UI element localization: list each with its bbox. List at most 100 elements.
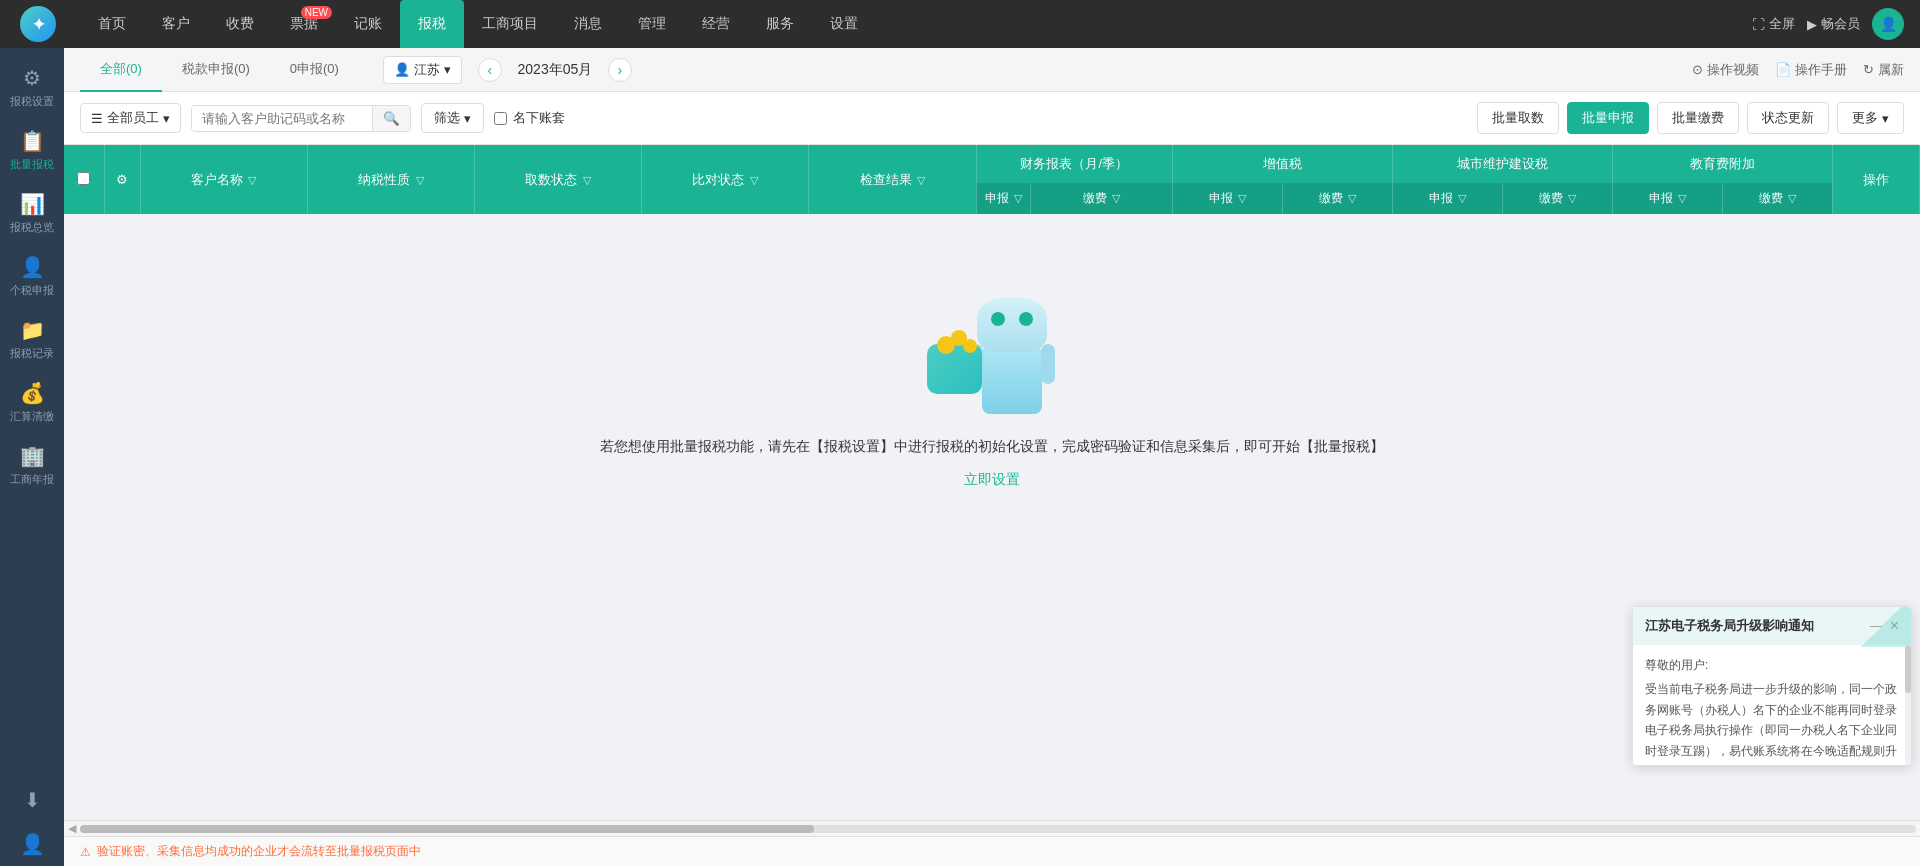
notif-content: 受当前电子税务局进一步升级的影响，同一个政务网账号（办税人）名下的企业不能再同时… (1645, 679, 1899, 765)
header-checkbox-col (64, 145, 104, 214)
nav-operation[interactable]: 经营 (684, 0, 748, 48)
accounts-checkbox[interactable] (494, 112, 507, 125)
prev-month-btn[interactable]: ‹ (478, 58, 502, 82)
batch-declare-btn[interactable]: 批量申报 (1567, 102, 1649, 134)
employee-select[interactable]: ☰ 全部员工 ▾ (80, 103, 181, 133)
sidebar-item-personal-tax[interactable]: 👤 个税申报 (0, 245, 64, 308)
refresh-btn[interactable]: ↻ 属新 (1863, 61, 1904, 79)
fullscreen-btn[interactable]: ⛶ 全屏 (1752, 15, 1795, 33)
robot-arm-right (1041, 344, 1055, 384)
sidebar-item-tax-settings[interactable]: ⚙ 报税设置 (0, 56, 64, 119)
sidebar-item-tax-overview[interactable]: 📊 报税总览 (0, 182, 64, 245)
more-btn[interactable]: 更多 ▾ (1837, 102, 1904, 134)
sidebar: ⚙ 报税设置 📋 批量报税 📊 报税总览 👤 个税申报 📁 报税记录 💰 汇算清… (0, 48, 64, 866)
empty-text: 若您想使用批量报税功能，请先在【报税设置】中进行报税的初始化设置，完成密码验证和… (600, 434, 1384, 459)
search-box: 🔍 (191, 105, 411, 132)
table-header-main-row: ⚙ 客户名称 ▽ 纳税性质 ▽ 取数状态 ▽ (64, 145, 1920, 183)
robot-eye-left (991, 312, 1005, 326)
table-header: ⚙ 客户名称 ▽ 纳税性质 ▽ 取数状态 ▽ (64, 145, 1920, 214)
filter-icon-city-decl[interactable]: ▽ (1458, 192, 1466, 204)
nav-items: 首页 客户 收费 票据 NEW 记账 报税 工商项目 消息 管理 经营 服务 设… (80, 0, 1752, 48)
user-avatar[interactable]: 👤 (1872, 8, 1904, 40)
next-month-btn[interactable]: › (608, 58, 632, 82)
status-update-btn[interactable]: 状态更新 (1747, 102, 1829, 134)
video-btn[interactable]: ⊙ 操作视频 (1692, 61, 1759, 79)
nav-invoice[interactable]: 票据 NEW (272, 0, 336, 48)
h-scrollbar[interactable]: ◀ (64, 820, 1920, 836)
tab-tax-declare[interactable]: 税款申报(0) (162, 48, 270, 92)
nav-accounting[interactable]: 记账 (336, 0, 400, 48)
notif-scrollbar[interactable] (1905, 645, 1911, 765)
checkbox-accounts[interactable]: 名下账套 (494, 109, 565, 127)
filter-icon-compare[interactable]: ▽ (750, 174, 758, 186)
sub-tabs: 全部(0) 税款申报(0) 0申报(0) 👤 江苏 ▾ ‹ 2023年05月 ›… (64, 48, 1920, 92)
nav-home[interactable]: 首页 (80, 0, 144, 48)
gear-icon[interactable]: ⚙ (116, 172, 128, 187)
toolbar-right: 批量取数 批量申报 批量缴费 状态更新 更多 ▾ (1477, 102, 1904, 134)
sidebar-item-annual-report[interactable]: 🏢 工商年报 (0, 434, 64, 497)
header-vat: 增值税 (1173, 145, 1393, 183)
setup-link[interactable]: 立即设置 (964, 471, 1020, 489)
profile-icon: 👤 (20, 832, 45, 856)
batch-tax-icon: 📋 (20, 129, 45, 153)
nav-business[interactable]: 工商项目 (464, 0, 556, 48)
filter-icon-tax-nature[interactable]: ▽ (416, 174, 424, 186)
logo: ✦ (16, 2, 60, 46)
logo-icon: ✦ (20, 6, 56, 42)
filter-icon-city-pay[interactable]: ▽ (1568, 192, 1576, 204)
manual-btn[interactable]: 📄 操作手册 (1775, 61, 1847, 79)
filter-icon-edu-decl[interactable]: ▽ (1678, 192, 1686, 204)
nav-tax[interactable]: 报税 (400, 0, 464, 48)
nav-service[interactable]: 服务 (748, 0, 812, 48)
header-check-result: 检查结果 ▽ (809, 145, 976, 214)
filter-icon-fetch[interactable]: ▽ (583, 174, 591, 186)
header-financial-declare: 申报 ▽ (976, 183, 1030, 214)
header-tax-nature: 纳税性质 ▽ (307, 145, 474, 214)
empty-state-cell: 若您想使用批量报税功能，请先在【报税设置】中进行报税的初始化设置，完成密码验证和… (64, 214, 1920, 529)
nav-settings[interactable]: 设置 (812, 0, 876, 48)
filter-icon-vat-pay[interactable]: ▽ (1348, 192, 1356, 204)
scroll-left-arrow[interactable]: ◀ (68, 822, 76, 835)
list-icon: ☰ (91, 111, 103, 126)
month-display: 2023年05月 (510, 61, 600, 79)
sidebar-label-annual-report: 工商年报 (10, 472, 54, 487)
filter-icon-customer[interactable]: ▽ (248, 174, 256, 186)
member-btn[interactable]: ▶ 畅会员 (1807, 15, 1860, 33)
filter-icon-edu-pay[interactable]: ▽ (1788, 192, 1796, 204)
wallet-body (927, 344, 982, 394)
batch-fetch-btn[interactable]: 批量取数 (1477, 102, 1559, 134)
table-body: 若您想使用批量报税功能，请先在【报税设置】中进行报税的初始化设置，完成密码验证和… (64, 214, 1920, 529)
notif-title: 江苏电子税务局升级影响通知 (1645, 617, 1814, 635)
filter-btn[interactable]: 筛选 ▾ (421, 103, 484, 133)
personal-tax-icon: 👤 (20, 255, 45, 279)
header-financial-report: 财务报表（月/季） (976, 145, 1173, 183)
sidebar-item-download[interactable]: ⬇ (16, 778, 49, 822)
select-all-checkbox[interactable] (77, 172, 90, 185)
notif-scroll-thumb (1905, 645, 1911, 693)
sidebar-item-batch-tax[interactable]: 📋 批量报税 (0, 119, 64, 182)
sidebar-item-tax-records[interactable]: 📁 报税记录 (0, 308, 64, 371)
filter-icon-fin-decl[interactable]: ▽ (1014, 192, 1022, 204)
province-selector[interactable]: 👤 江苏 ▾ (383, 56, 462, 84)
notif-body-container: 尊敬的用户: 受当前电子税务局进一步升级的影响，同一个政务网账号（办税人）名下的… (1633, 645, 1911, 765)
nav-manage[interactable]: 管理 (620, 0, 684, 48)
filter-icon-vat-decl[interactable]: ▽ (1238, 192, 1246, 204)
filter-icon-check[interactable]: ▽ (917, 174, 925, 186)
filter-icon-fin-pay[interactable]: ▽ (1112, 192, 1120, 204)
tab-all[interactable]: 全部(0) (80, 48, 162, 92)
nav-fee[interactable]: 收费 (208, 0, 272, 48)
sidebar-label-batch-tax: 批量报税 (10, 157, 54, 172)
sidebar-item-settlement[interactable]: 💰 汇算清缴 (0, 371, 64, 434)
sidebar-item-profile[interactable]: 👤 (16, 822, 49, 866)
notif-body: 尊敬的用户: 受当前电子税务局进一步升级的影响，同一个政务网账号（办税人）名下的… (1633, 645, 1911, 765)
nav-message[interactable]: 消息 (556, 0, 620, 48)
search-button[interactable]: 🔍 (372, 106, 410, 131)
robot-illustration (917, 274, 1067, 414)
tab-zero-declare[interactable]: 0申报(0) (270, 48, 359, 92)
batch-pay-btn[interactable]: 批量缴费 (1657, 102, 1739, 134)
robot-head (977, 297, 1047, 352)
search-input[interactable] (192, 106, 372, 131)
notif-greeting: 尊敬的用户: (1645, 655, 1899, 675)
annual-report-icon: 🏢 (20, 444, 45, 468)
nav-customer[interactable]: 客户 (144, 0, 208, 48)
